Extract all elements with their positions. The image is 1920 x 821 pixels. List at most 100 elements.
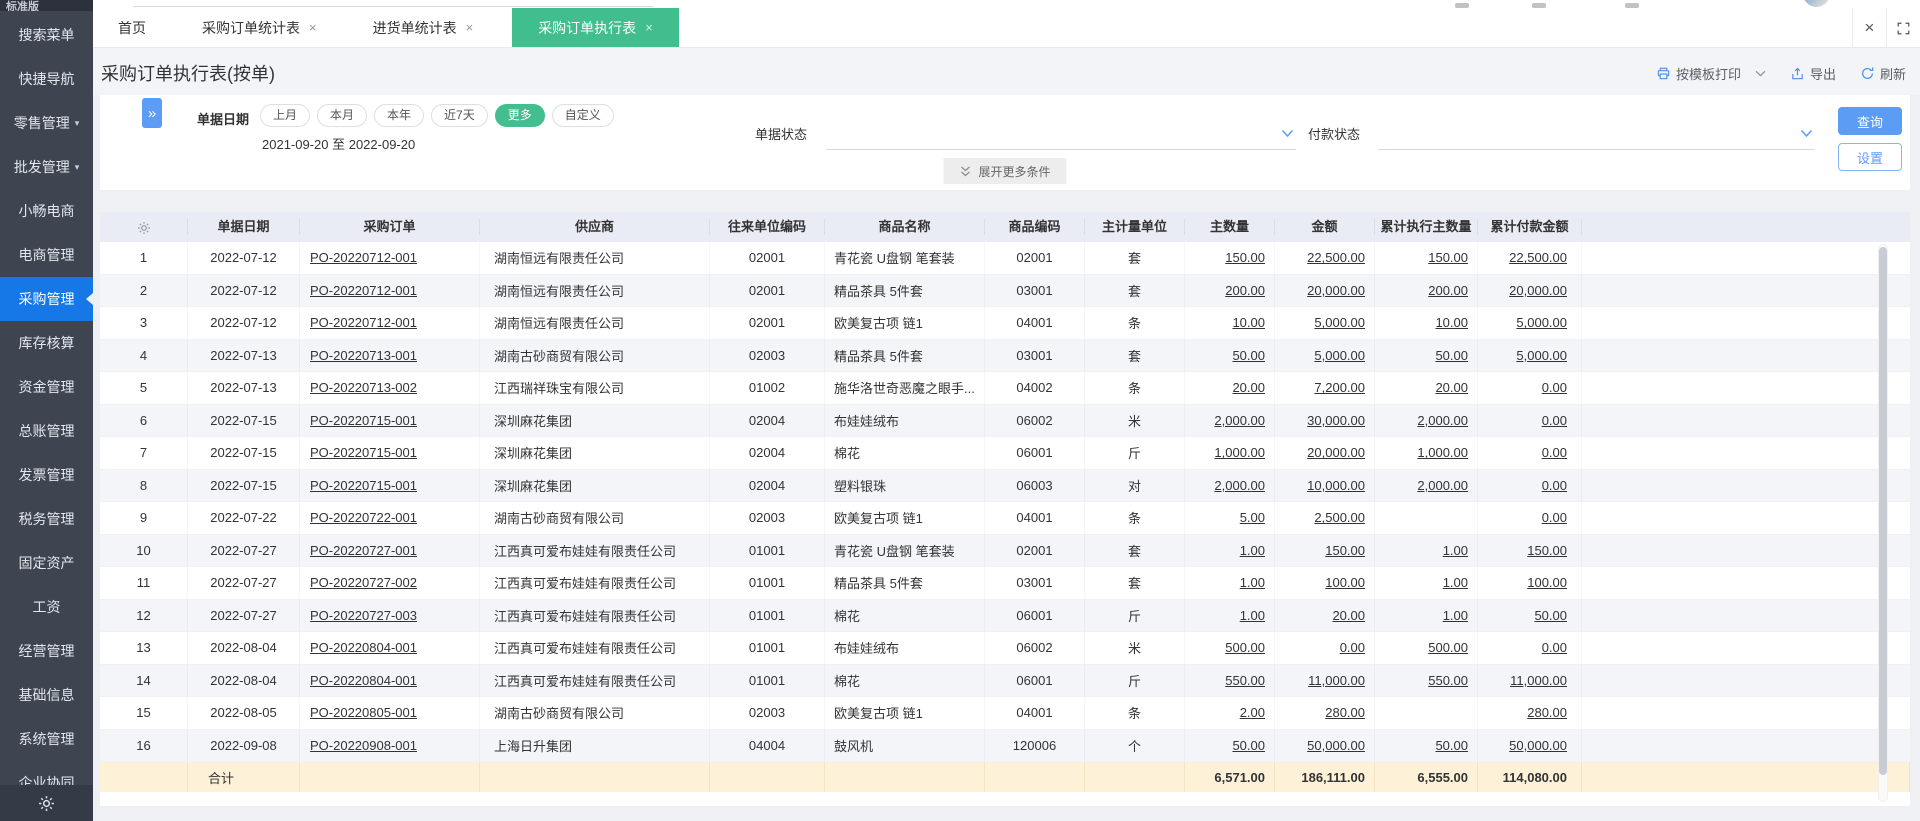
scrollbar-thumb[interactable]	[1879, 247, 1887, 775]
header-qty[interactable]: 主数量	[1185, 219, 1275, 235]
po-link[interactable]: PO-20220804-001	[310, 673, 417, 688]
table-row[interactable]: 6 2022-07-15 PO-20220715-001 深圳麻花集团 0200…	[100, 404, 1910, 437]
amount-link[interactable]: 280.00	[1325, 705, 1365, 720]
header-purchase-order[interactable]: 采购订单	[300, 219, 480, 235]
paid-link[interactable]: 50,000.00	[1509, 738, 1567, 753]
paid-link[interactable]: 5,000.00	[1516, 348, 1567, 363]
sidebar-item[interactable]: 系统管理 ▾	[0, 717, 93, 761]
paid-link[interactable]: 280.00	[1527, 705, 1567, 720]
exec-qty-link[interactable]: 2,000.00	[1417, 478, 1468, 493]
qty-link[interactable]: 20.00	[1232, 380, 1265, 395]
exec-qty-link[interactable]: 50.00	[1435, 738, 1468, 753]
paid-link[interactable]: 100.00	[1527, 575, 1567, 590]
header-product-code[interactable]: 商品编码	[985, 219, 1085, 235]
po-link[interactable]: PO-20220712-001	[310, 250, 417, 265]
qty-link[interactable]: 1.00	[1240, 575, 1265, 590]
table-row[interactable]: 15 2022-08-05 PO-20220805-001 湖南古砂商贸有限公司…	[100, 697, 1910, 730]
sidebar-item[interactable]: 小畅电商 ▾	[0, 189, 93, 233]
exec-qty-link[interactable]: 1,000.00	[1417, 445, 1468, 460]
sidebar-item[interactable]: 基础信息 ▾	[0, 673, 93, 717]
chevron-down-icon[interactable]	[1755, 70, 1766, 77]
qty-link[interactable]: 550.00	[1225, 673, 1265, 688]
table-row[interactable]: 11 2022-07-27 PO-20220727-002 江西真可爱布娃娃有限…	[100, 567, 1910, 600]
amount-link[interactable]: 22,500.00	[1307, 250, 1365, 265]
amount-link[interactable]: 100.00	[1325, 575, 1365, 590]
table-row[interactable]: 1 2022-07-12 PO-20220712-001 湖南恒远有限责任公司 …	[100, 242, 1910, 275]
table-row[interactable]: 12 2022-07-27 PO-20220727-003 江西真可爱布娃娃有限…	[100, 599, 1910, 632]
tab-close-icon[interactable]: ×	[466, 21, 474, 34]
table-row[interactable]: 13 2022-08-04 PO-20220804-001 江西真可爱布娃娃有限…	[100, 632, 1910, 665]
tab[interactable]: 进货单统计表 ×	[356, 8, 491, 47]
exec-qty-link[interactable]: 500.00	[1428, 640, 1468, 655]
table-row[interactable]: 14 2022-08-04 PO-20220804-001 江西真可爱布娃娃有限…	[100, 664, 1910, 697]
vertical-scrollbar[interactable]	[1878, 244, 1888, 802]
tab[interactable]: 采购订单统计表 ×	[185, 8, 334, 47]
exec-qty-link[interactable]: 200.00	[1428, 283, 1468, 298]
close-all-tabs-button[interactable]: ×	[1852, 8, 1886, 48]
table-row[interactable]: 8 2022-07-15 PO-20220715-001 深圳麻花集团 0200…	[100, 469, 1910, 502]
exec-qty-link[interactable]: 150.00	[1428, 250, 1468, 265]
header-amount[interactable]: 金额	[1275, 219, 1375, 235]
qty-link[interactable]: 2.00	[1240, 705, 1265, 720]
amount-link[interactable]: 2,500.00	[1314, 510, 1365, 525]
date-pill[interactable]: 本月	[317, 104, 368, 127]
table-row[interactable]: 10 2022-07-27 PO-20220727-001 江西真可爱布娃娃有限…	[100, 534, 1910, 567]
qty-link[interactable]: 50.00	[1232, 348, 1265, 363]
pay-status-dropdown[interactable]	[1378, 123, 1815, 150]
tab[interactable]: 首页 ×	[101, 8, 163, 47]
qty-link[interactable]: 5.00	[1240, 510, 1265, 525]
tab[interactable]: 采购订单执行表 ×	[512, 8, 679, 47]
po-link[interactable]: PO-20220715-001	[310, 413, 417, 428]
date-pill[interactable]: 上月	[260, 104, 311, 127]
paid-link[interactable]: 150.00	[1527, 543, 1567, 558]
header-unit[interactable]: 主计量单位	[1085, 219, 1185, 235]
paid-link[interactable]: 0.00	[1542, 413, 1567, 428]
amount-link[interactable]: 150.00	[1325, 543, 1365, 558]
date-pill[interactable]: 更多	[494, 104, 545, 127]
amount-link[interactable]: 7,200.00	[1314, 380, 1365, 395]
qty-link[interactable]: 10.00	[1232, 315, 1265, 330]
sidebar-item[interactable]: 采购管理 ▾	[0, 277, 93, 321]
table-row[interactable]: 2 2022-07-12 PO-20220712-001 湖南恒远有限责任公司 …	[100, 274, 1910, 307]
qty-link[interactable]: 50.00	[1232, 738, 1265, 753]
table-row[interactable]: 9 2022-07-22 PO-20220722-001 湖南古砂商贸有限公司 …	[100, 502, 1910, 535]
po-link[interactable]: PO-20220713-002	[310, 380, 417, 395]
print-by-template-button[interactable]: 按模板打印	[1656, 64, 1766, 83]
po-link[interactable]: PO-20220804-001	[310, 640, 417, 655]
paid-link[interactable]: 0.00	[1542, 478, 1567, 493]
paid-link[interactable]: 0.00	[1542, 640, 1567, 655]
qty-link[interactable]: 1.00	[1240, 543, 1265, 558]
exec-qty-link[interactable]: 1.00	[1443, 608, 1468, 623]
paid-link[interactable]: 0.00	[1542, 510, 1567, 525]
search-input-partial[interactable]	[133, 6, 653, 7]
sidebar-item[interactable]: 资金管理 ▾	[0, 365, 93, 409]
qty-link[interactable]: 2,000.00	[1214, 478, 1265, 493]
exec-qty-link[interactable]: 1.00	[1443, 575, 1468, 590]
qty-link[interactable]: 1,000.00	[1214, 445, 1265, 460]
sidebar-item[interactable]: 经营管理 ▾	[0, 629, 93, 673]
date-range-value[interactable]: 2021-09-20 至 2022-09-20	[262, 134, 415, 153]
qty-link[interactable]: 200.00	[1225, 283, 1265, 298]
qty-link[interactable]: 150.00	[1225, 250, 1265, 265]
amount-link[interactable]: 10,000.00	[1307, 478, 1365, 493]
po-link[interactable]: PO-20220715-001	[310, 445, 417, 460]
amount-link[interactable]: 20.00	[1332, 608, 1365, 623]
amount-link[interactable]: 50,000.00	[1307, 738, 1365, 753]
header-product-name[interactable]: 商品名称	[825, 219, 985, 235]
expand-more-conditions-button[interactable]: 展开更多条件	[943, 158, 1067, 184]
paid-link[interactable]: 5,000.00	[1516, 315, 1567, 330]
doc-status-dropdown[interactable]	[826, 123, 1296, 150]
exec-qty-link[interactable]: 2,000.00	[1417, 413, 1468, 428]
fullscreen-button[interactable]	[1886, 8, 1920, 48]
sidebar-item[interactable]: 快捷导航 ▾	[0, 57, 93, 101]
date-pill[interactable]: 本年	[374, 104, 425, 127]
exec-qty-link[interactable]: 10.00	[1435, 315, 1468, 330]
po-link[interactable]: PO-20220712-001	[310, 283, 417, 298]
column-settings-button[interactable]	[100, 219, 188, 235]
paid-link[interactable]: 22,500.00	[1509, 250, 1567, 265]
qty-link[interactable]: 2,000.00	[1214, 413, 1265, 428]
amount-link[interactable]: 5,000.00	[1314, 315, 1365, 330]
sidebar-item[interactable]: 库存核算 ▾	[0, 321, 93, 365]
sidebar-item[interactable]: 总账管理 ▾	[0, 409, 93, 453]
paid-link[interactable]: 50.00	[1534, 608, 1567, 623]
